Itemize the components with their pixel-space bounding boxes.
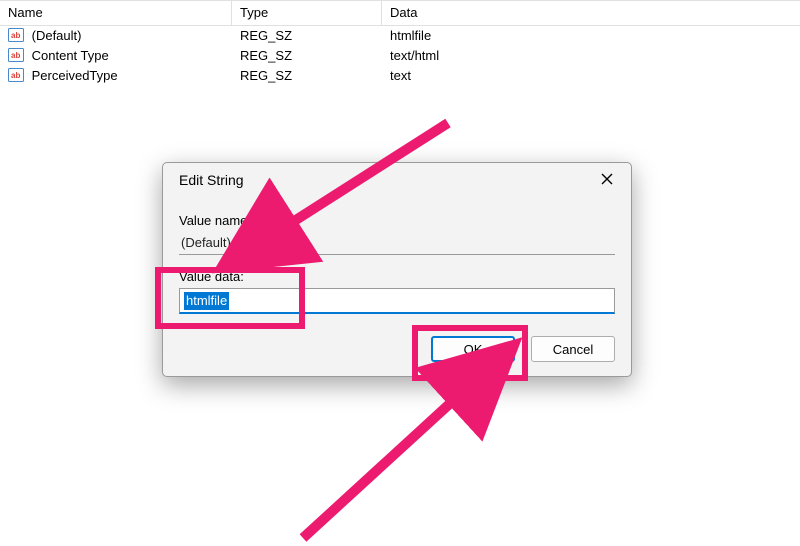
edit-string-dialog: Edit String Value name: (Default) Value … xyxy=(162,162,632,377)
svg-text:ab: ab xyxy=(11,51,20,60)
row-data: text/html xyxy=(382,46,800,66)
value-data-label: Value data: xyxy=(179,269,615,284)
row-type: REG_SZ xyxy=(232,26,382,46)
registry-list: Name Type Data ab (Default) REG_SZ htmlf… xyxy=(0,0,800,86)
table-row[interactable]: ab (Default) REG_SZ htmlfile xyxy=(0,26,800,46)
row-type: REG_SZ xyxy=(232,66,382,86)
row-data: htmlfile xyxy=(382,26,800,46)
cancel-button[interactable]: Cancel xyxy=(531,336,615,362)
registry-columns-header: Name Type Data xyxy=(0,1,800,26)
table-row[interactable]: ab PerceivedType REG_SZ text xyxy=(0,66,800,86)
value-name-field: (Default) xyxy=(179,232,615,255)
dialog-titlebar[interactable]: Edit String xyxy=(163,163,631,197)
value-name-label: Value name: xyxy=(179,213,615,228)
value-data-input[interactable]: htmlfile xyxy=(179,288,615,314)
string-value-icon: ab xyxy=(8,48,24,62)
row-type: REG_SZ xyxy=(232,46,382,66)
dialog-title: Edit String xyxy=(179,172,244,188)
table-row[interactable]: ab Content Type REG_SZ text/html xyxy=(0,46,800,66)
column-header-name[interactable]: Name xyxy=(0,1,232,25)
string-value-icon: ab xyxy=(8,68,24,82)
row-name: Content Type xyxy=(32,48,109,63)
svg-text:ab: ab xyxy=(11,31,20,40)
row-name: (Default) xyxy=(32,28,82,43)
close-button[interactable] xyxy=(583,163,631,197)
row-data: text xyxy=(382,66,800,86)
annotation-arrow-ok-button xyxy=(288,380,488,546)
value-data-text: htmlfile xyxy=(184,292,229,310)
row-name: PerceivedType xyxy=(32,68,118,83)
column-header-data[interactable]: Data xyxy=(382,1,800,25)
close-icon xyxy=(601,163,613,197)
column-header-type[interactable]: Type xyxy=(232,1,382,25)
string-value-icon: ab xyxy=(8,28,24,42)
svg-text:ab: ab xyxy=(11,71,20,80)
ok-button[interactable]: OK xyxy=(431,336,515,362)
